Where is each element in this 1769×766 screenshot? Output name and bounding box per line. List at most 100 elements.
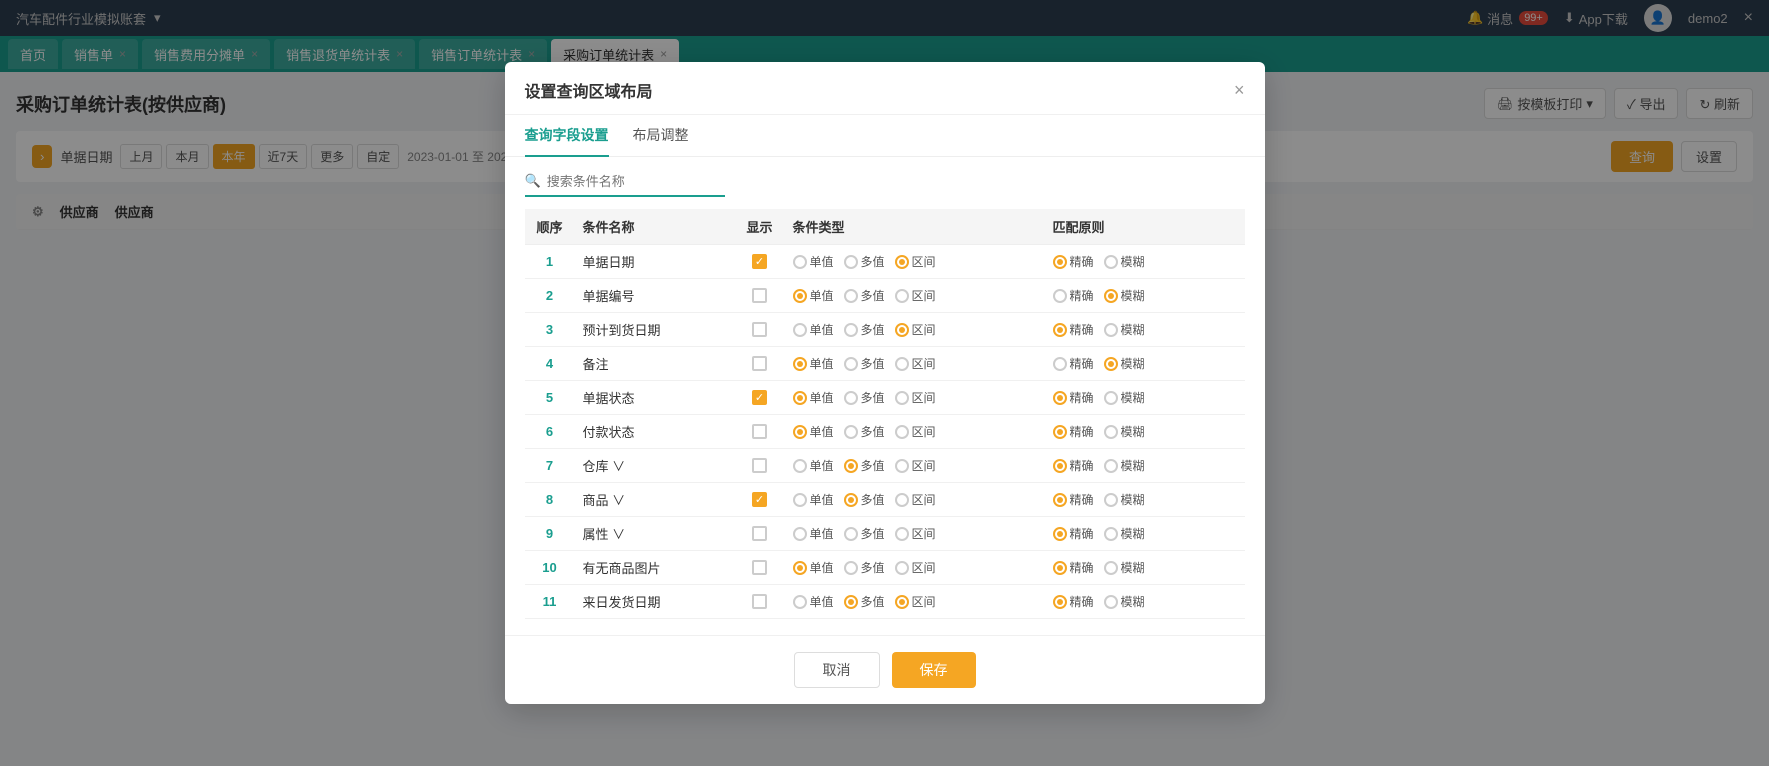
radio-item-multi[interactable]: 多值 xyxy=(844,423,885,440)
row-display-checkbox[interactable] xyxy=(735,560,785,575)
radio-item-single[interactable]: 单值 xyxy=(793,389,834,406)
radio-item-exact[interactable]: 精确 xyxy=(1053,457,1094,474)
radio-item-exact[interactable]: 精确 xyxy=(1053,559,1094,576)
radio-item-fuzzy[interactable]: 模糊 xyxy=(1104,423,1145,440)
radio-item-multi[interactable]: 多值 xyxy=(844,559,885,576)
radio-item-multi[interactable]: 多值 xyxy=(844,253,885,270)
row-display-checkbox[interactable] xyxy=(735,526,785,541)
radio-item-single[interactable]: 单值 xyxy=(793,423,834,440)
radio-item-range[interactable]: 区间 xyxy=(895,559,936,576)
checkbox[interactable] xyxy=(752,356,767,371)
checkbox[interactable]: ✓ xyxy=(752,492,767,507)
radio-item-fuzzy[interactable]: 模糊 xyxy=(1104,389,1145,406)
checkbox[interactable] xyxy=(752,424,767,439)
radio-item-range[interactable]: 区间 xyxy=(895,525,936,542)
radio-item-multi[interactable]: 多值 xyxy=(844,491,885,508)
radio-item-range[interactable]: 区间 xyxy=(895,423,936,440)
radio-item-exact[interactable]: 精确 xyxy=(1053,423,1094,440)
radio-circle xyxy=(895,391,909,405)
radio-item-single[interactable]: 单值 xyxy=(793,321,834,338)
checkbox[interactable] xyxy=(752,594,767,609)
radio-item-fuzzy[interactable]: 模糊 xyxy=(1104,593,1145,610)
radio-item-range[interactable]: 区间 xyxy=(895,389,936,406)
radio-item-range[interactable]: 区间 xyxy=(895,491,936,508)
save-button[interactable]: 保存 xyxy=(892,652,976,688)
radio-circle xyxy=(844,289,858,303)
cancel-button[interactable]: 取消 xyxy=(794,652,880,688)
dialog-tab-fields[interactable]: 查询字段设置 xyxy=(525,115,609,157)
type-radio-group: 单值多值区间 xyxy=(793,355,936,372)
radio-item-range[interactable]: 区间 xyxy=(895,321,936,338)
table-row: 4备注单值多值区间精确模糊 xyxy=(525,347,1245,381)
row-display-checkbox[interactable] xyxy=(735,594,785,609)
radio-item-exact[interactable]: 精确 xyxy=(1053,389,1094,406)
row-display-checkbox[interactable] xyxy=(735,458,785,473)
checkbox[interactable] xyxy=(752,322,767,337)
settings-dialog: 设置查询区域布局 × 查询字段设置 布局调整 🔍 顺序 条件名称 显示 xyxy=(505,62,1265,704)
radio-item-exact[interactable]: 精确 xyxy=(1053,525,1094,542)
radio-item-exact[interactable]: 精确 xyxy=(1053,287,1094,304)
dialog-tab-layout[interactable]: 布局调整 xyxy=(633,115,689,157)
checkbox[interactable]: ✓ xyxy=(752,254,767,269)
radio-item-fuzzy[interactable]: 模糊 xyxy=(1104,457,1145,474)
radio-item-range[interactable]: 区间 xyxy=(895,287,936,304)
radio-label: 区间 xyxy=(912,253,936,270)
radio-item-range[interactable]: 区间 xyxy=(895,253,936,270)
radio-item-single[interactable]: 单值 xyxy=(793,287,834,304)
radio-item-fuzzy[interactable]: 模糊 xyxy=(1104,355,1145,372)
radio-item-single[interactable]: 单值 xyxy=(793,355,834,372)
radio-item-single[interactable]: 单值 xyxy=(793,491,834,508)
radio-item-exact[interactable]: 精确 xyxy=(1053,321,1094,338)
radio-circle xyxy=(895,561,909,575)
row-type-group: 单值多值区间 xyxy=(785,491,1045,508)
radio-item-fuzzy[interactable]: 模糊 xyxy=(1104,525,1145,542)
radio-item-single[interactable]: 单值 xyxy=(793,457,834,474)
radio-item-multi[interactable]: 多值 xyxy=(844,457,885,474)
radio-item-range[interactable]: 区间 xyxy=(895,457,936,474)
checkbox[interactable] xyxy=(752,526,767,541)
radio-label: 多值 xyxy=(861,321,885,338)
radio-item-multi[interactable]: 多值 xyxy=(844,593,885,610)
row-display-checkbox[interactable] xyxy=(735,288,785,303)
radio-item-multi[interactable]: 多值 xyxy=(844,321,885,338)
radio-item-exact[interactable]: 精确 xyxy=(1053,253,1094,270)
radio-item-fuzzy[interactable]: 模糊 xyxy=(1104,253,1145,270)
checkbox[interactable] xyxy=(752,560,767,575)
radio-item-single[interactable]: 单值 xyxy=(793,253,834,270)
checkbox[interactable] xyxy=(752,288,767,303)
checkbox[interactable]: ✓ xyxy=(752,390,767,405)
radio-item-exact[interactable]: 精确 xyxy=(1053,491,1094,508)
radio-circle xyxy=(895,595,909,609)
search-input[interactable] xyxy=(547,174,707,189)
radio-item-multi[interactable]: 多值 xyxy=(844,287,885,304)
radio-label: 区间 xyxy=(912,321,936,338)
radio-item-fuzzy[interactable]: 模糊 xyxy=(1104,321,1145,338)
col-match: 匹配原则 xyxy=(1045,217,1265,236)
row-display-checkbox[interactable]: ✓ xyxy=(735,492,785,507)
checkbox[interactable] xyxy=(752,458,767,473)
radio-item-range[interactable]: 区间 xyxy=(895,593,936,610)
radio-item-fuzzy[interactable]: 模糊 xyxy=(1104,559,1145,576)
row-display-checkbox[interactable]: ✓ xyxy=(735,254,785,269)
row-display-checkbox[interactable] xyxy=(735,424,785,439)
row-order: 5 xyxy=(525,390,575,405)
row-condition-name: 来日发货日期 xyxy=(575,592,735,611)
radio-label: 精确 xyxy=(1070,321,1094,338)
radio-item-single[interactable]: 单值 xyxy=(793,525,834,542)
radio-item-single[interactable]: 单值 xyxy=(793,559,834,576)
radio-item-exact[interactable]: 精确 xyxy=(1053,355,1094,372)
row-display-checkbox[interactable] xyxy=(735,356,785,371)
radio-item-single[interactable]: 单值 xyxy=(793,593,834,610)
radio-item-range[interactable]: 区间 xyxy=(895,355,936,372)
radio-item-exact[interactable]: 精确 xyxy=(1053,593,1094,610)
radio-item-multi[interactable]: 多值 xyxy=(844,355,885,372)
radio-item-multi[interactable]: 多值 xyxy=(844,389,885,406)
type-radio-group: 单值多值区间 xyxy=(793,287,936,304)
row-display-checkbox[interactable] xyxy=(735,322,785,337)
radio-item-fuzzy[interactable]: 模糊 xyxy=(1104,287,1145,304)
radio-item-multi[interactable]: 多值 xyxy=(844,525,885,542)
dialog-close-btn[interactable]: × xyxy=(1234,81,1245,99)
row-display-checkbox[interactable]: ✓ xyxy=(735,390,785,405)
radio-item-fuzzy[interactable]: 模糊 xyxy=(1104,491,1145,508)
dialog-body: 🔍 顺序 条件名称 显示 条件类型 匹配原则 1单据日期✓单值多值区间精确模糊2… xyxy=(505,157,1265,635)
